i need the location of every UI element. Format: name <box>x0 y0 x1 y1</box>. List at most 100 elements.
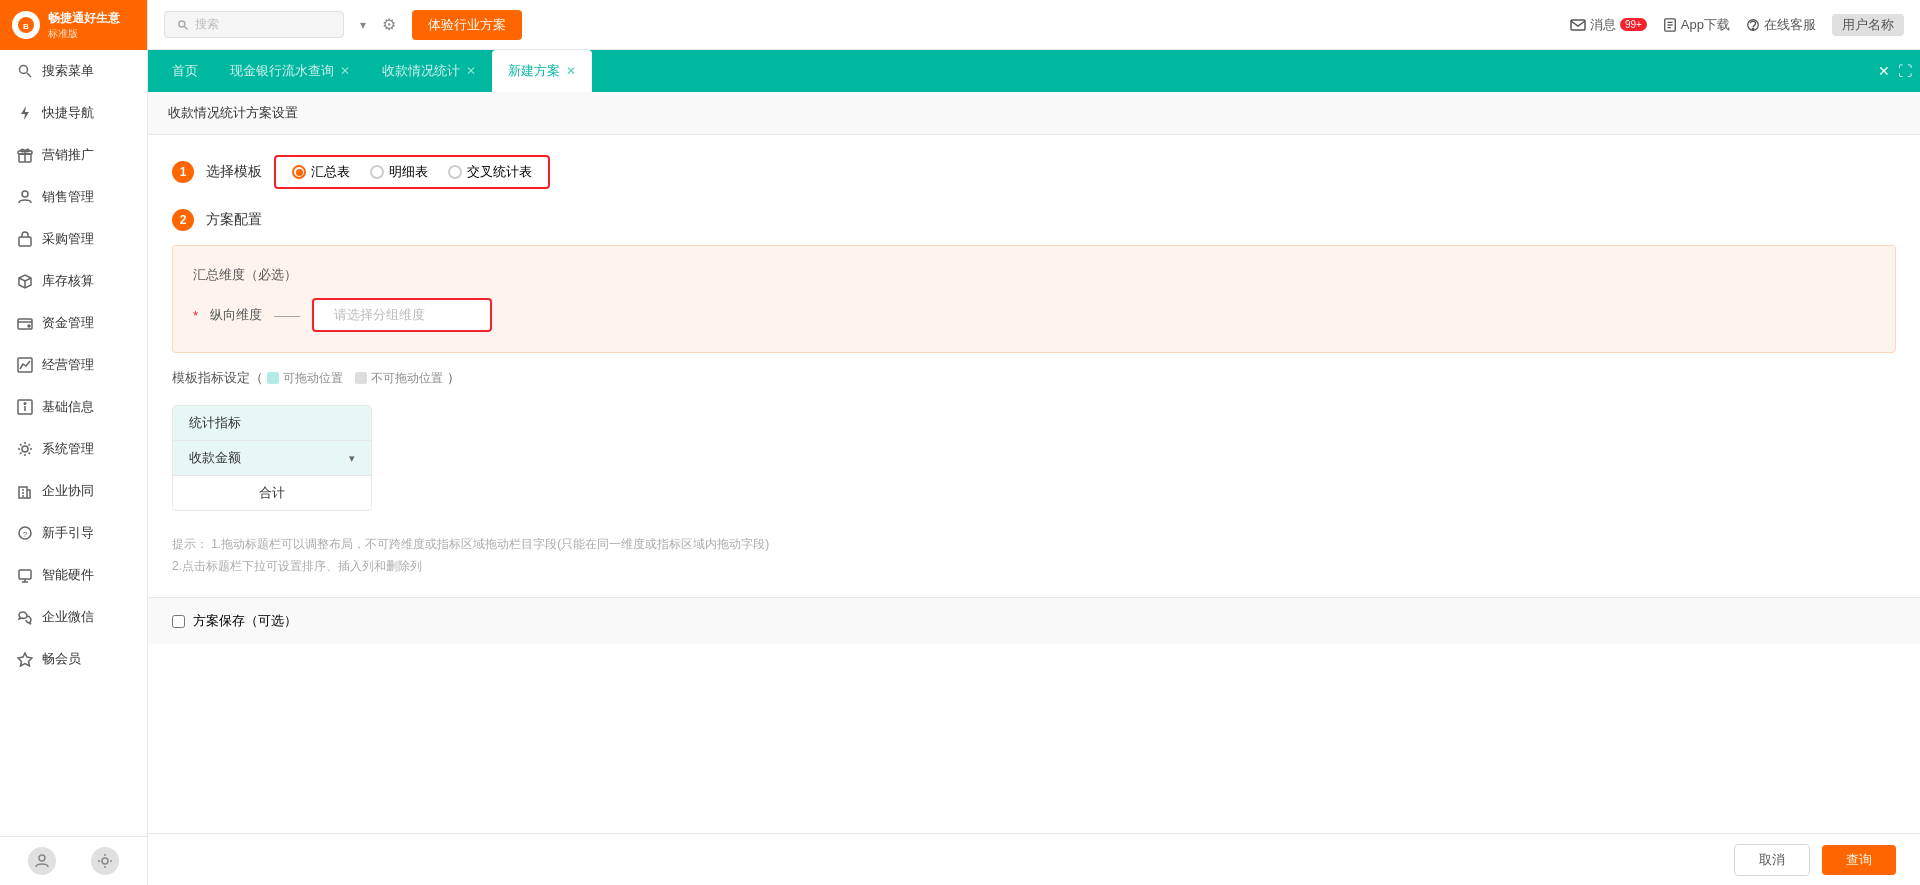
svg-point-17 <box>22 446 28 452</box>
sidebar-item-label: 营销推广 <box>42 146 94 164</box>
sidebar-item-wechat[interactable]: 企业微信 <box>0 596 147 638</box>
radio-circle-summary <box>292 165 306 179</box>
radio-detail[interactable]: 明细表 <box>370 163 428 181</box>
main-area: 搜索 ▾ ⚙ 体验行业方案 消息 99+ App下载 在线客服 用户名称 首页 <box>148 0 1920 885</box>
hint-2: 2.点击标题栏下拉可设置排序、插入列和删除列 <box>172 556 1896 578</box>
sidebar-item-system[interactable]: 系统管理 <box>0 428 147 470</box>
dimension-row: * 纵向维度 —— 请选择分组维度 <box>193 298 1875 332</box>
tab-label: 新建方案 <box>508 62 560 80</box>
sidebar-avatar[interactable] <box>28 847 56 875</box>
svg-point-16 <box>24 403 26 405</box>
tab-new-plan[interactable]: 新建方案 ✕ <box>492 50 592 92</box>
metrics-col2-label: 合计 <box>259 485 285 500</box>
tab-close-icon[interactable]: ✕ <box>340 64 350 78</box>
sidebar-item-label: 企业协同 <box>42 482 94 500</box>
dimension-arrow: —— <box>274 308 300 323</box>
metrics-table: 统计指标 收款金额 ▾ 合计 <box>172 405 372 511</box>
box-icon <box>16 272 34 290</box>
maximize-icon[interactable]: ⛶ <box>1898 63 1912 79</box>
bag-icon <box>16 230 34 248</box>
logo-text: 畅捷通好生意 <box>48 10 120 27</box>
tab-home[interactable]: 首页 <box>156 50 214 92</box>
sidebar-extra-icon[interactable] <box>91 847 119 875</box>
info-icon <box>16 398 34 416</box>
member-icon <box>16 650 34 668</box>
sidebar-item-guide[interactable]: ? 新手引导 <box>0 512 147 554</box>
cancel-button[interactable]: 取消 <box>1734 844 1810 876</box>
sidebar-item-quick-nav[interactable]: 快捷导航 <box>0 92 147 134</box>
tab-label: 首页 <box>172 62 198 80</box>
messages-btn[interactable]: 消息 99+ <box>1570 16 1647 34</box>
draggable-label: 可拖动位置 <box>283 370 343 387</box>
sidebar-item-label: 搜索菜单 <box>42 62 94 80</box>
sidebar-item-funds[interactable]: 资金管理 <box>0 302 147 344</box>
guide-icon: ? <box>16 524 34 542</box>
dimension-placeholder: 请选择分组维度 <box>334 307 425 322</box>
sidebar-item-basic-info[interactable]: 基础信息 <box>0 386 147 428</box>
svg-point-2 <box>20 66 28 74</box>
tab-label: 现金银行流水查询 <box>230 62 334 80</box>
sidebar-item-label: 系统管理 <box>42 440 94 458</box>
metrics-header-label: 统计指标 <box>189 414 241 432</box>
wechat-icon <box>16 608 34 626</box>
sidebar-item-inventory[interactable]: 库存核算 <box>0 260 147 302</box>
metrics-col1-header[interactable]: 收款金额 ▾ <box>173 441 371 476</box>
sidebar-item-label: 经营管理 <box>42 356 94 374</box>
radio-cross[interactable]: 交叉统计表 <box>448 163 532 181</box>
sidebar-bottom <box>0 836 147 885</box>
tab-bar-controls: ✕ ⛶ <box>1878 63 1912 79</box>
settings-icon <box>16 440 34 458</box>
dimension-select[interactable]: 请选择分组维度 <box>312 298 492 332</box>
svg-point-12 <box>28 325 30 327</box>
required-mark: * <box>193 308 198 323</box>
tab-close-active-icon[interactable]: ✕ <box>566 64 576 78</box>
save-option-label: 方案保存（可选） <box>193 612 297 630</box>
sidebar-item-marketing[interactable]: 营销推广 <box>0 134 147 176</box>
svg-text:B: B <box>23 22 29 31</box>
sidebar-item-purchase[interactable]: 采购管理 <box>0 218 147 260</box>
edition-badge: 标准版 <box>48 27 120 41</box>
draggable-legend-dot <box>267 372 279 384</box>
sidebar-logo: B 畅捷通好生意 标准版 <box>0 0 147 50</box>
industry-btn[interactable]: 体验行业方案 <box>412 10 522 40</box>
metrics-title: 模板指标设定（ <box>172 369 263 387</box>
step2-badge: 2 <box>172 209 194 231</box>
user-name: 用户名称 <box>1832 14 1904 36</box>
search-box[interactable]: 搜索 <box>164 11 344 38</box>
sidebar-item-hardware[interactable]: 智能硬件 <box>0 554 147 596</box>
radio-summary[interactable]: 汇总表 <box>292 163 350 181</box>
sidebar-item-member[interactable]: 畅会员 <box>0 638 147 680</box>
app-download-btn[interactable]: App下载 <box>1663 16 1730 34</box>
lightning-icon <box>16 104 34 122</box>
metrics-col2-cell: 合计 <box>173 476 371 510</box>
svg-point-29 <box>179 20 185 26</box>
tab-close-icon[interactable]: ✕ <box>466 64 476 78</box>
support-btn[interactable]: 在线客服 <box>1746 16 1816 34</box>
chevron-down-icon[interactable]: ▾ <box>360 18 366 32</box>
close-window-icon[interactable]: ✕ <box>1878 63 1890 79</box>
tab-bank-flow[interactable]: 现金银行流水查询 ✕ <box>214 50 366 92</box>
save-checkbox[interactable] <box>172 615 185 628</box>
content-inner: 收款情况统计方案设置 1 选择模板 汇总表 明细表 <box>148 92 1920 833</box>
tab-receipt-stats[interactable]: 收款情况统计 ✕ <box>366 50 492 92</box>
chart-icon <box>16 356 34 374</box>
sidebar-item-label: 销售管理 <box>42 188 94 206</box>
footer-bar: 取消 查询 <box>148 833 1920 885</box>
query-button[interactable]: 查询 <box>1822 845 1896 875</box>
hardware-icon <box>16 566 34 584</box>
sidebar-item-label: 畅会员 <box>42 650 81 668</box>
svg-rect-24 <box>19 570 31 579</box>
sidebar-item-operations[interactable]: 经营管理 <box>0 344 147 386</box>
sidebar-item-sales[interactable]: 销售管理 <box>0 176 147 218</box>
sidebar-item-search-menu[interactable]: 搜索菜单 <box>0 50 147 92</box>
sidebar-item-enterprise[interactable]: 企业协同 <box>0 470 147 512</box>
metrics-header-row[interactable]: 统计指标 <box>173 406 371 441</box>
messages-label: 消息 <box>1590 16 1616 34</box>
radio-circle-cross <box>448 165 462 179</box>
search-icon <box>16 62 34 80</box>
metrics-closing: ） <box>447 369 460 387</box>
sidebar-item-label: 库存核算 <box>42 272 94 290</box>
dropdown-arrow-icon[interactable]: ▾ <box>349 452 355 465</box>
sidebar-item-label: 企业微信 <box>42 608 94 626</box>
gear-icon[interactable]: ⚙ <box>382 15 396 34</box>
